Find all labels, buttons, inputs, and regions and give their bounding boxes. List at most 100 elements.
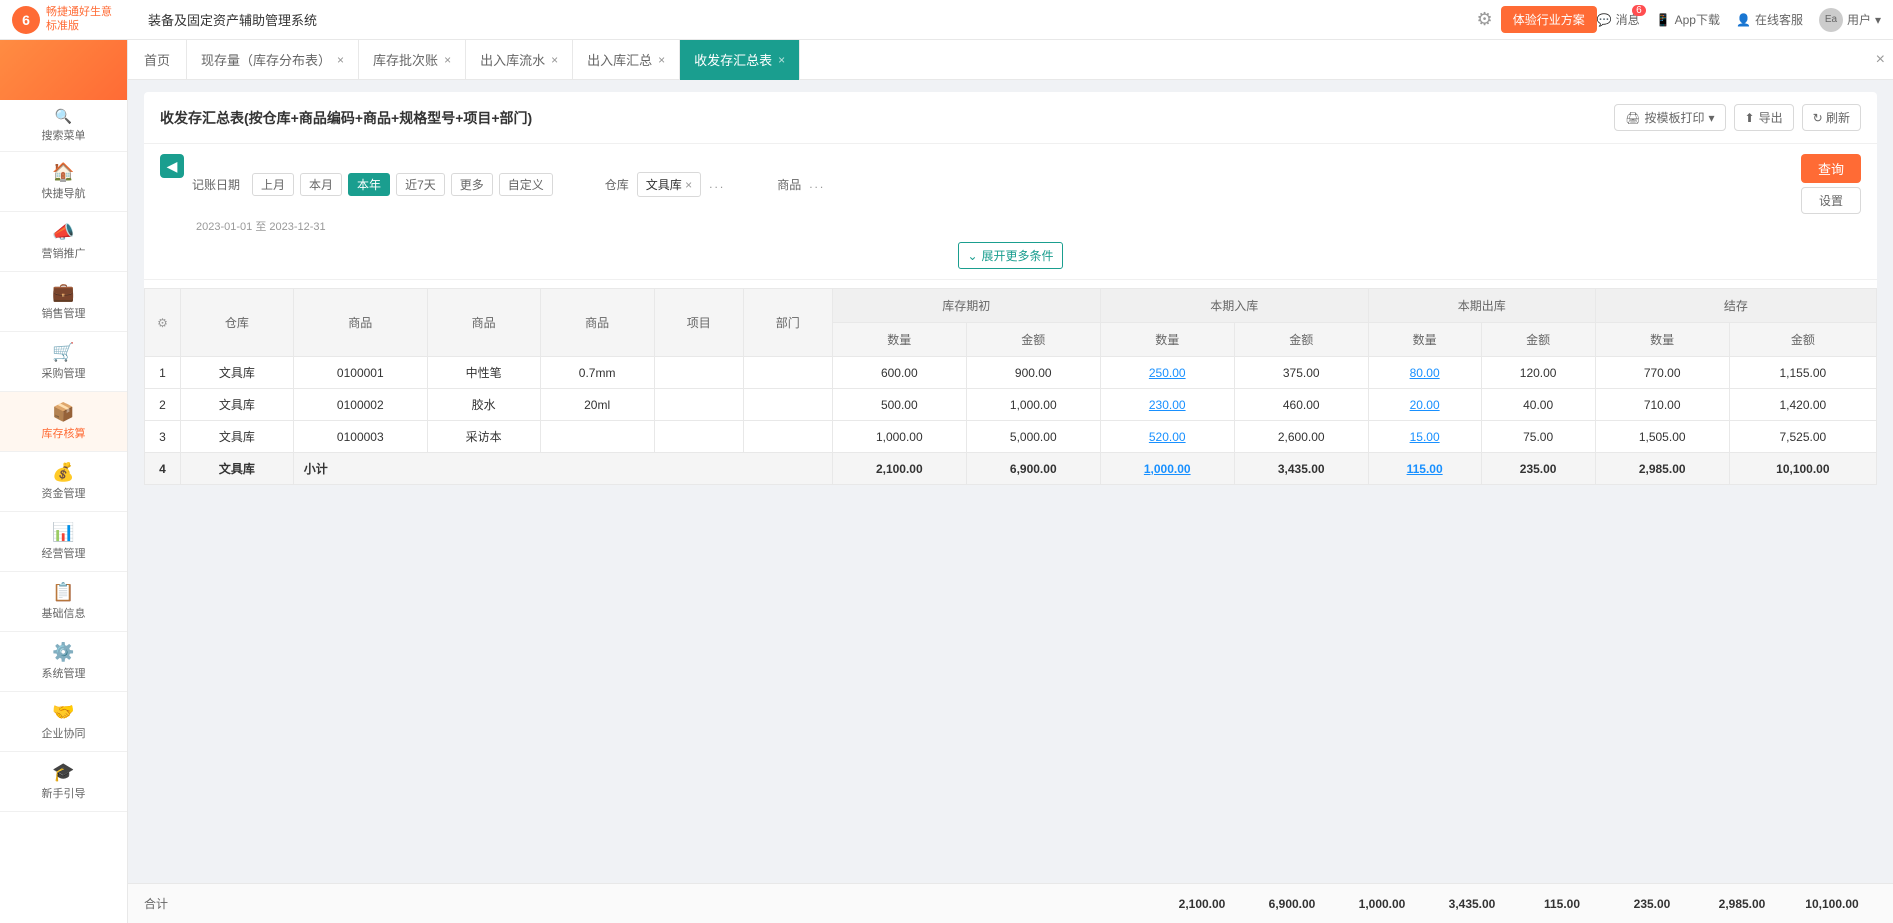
- date-btn-last-7-days[interactable]: 近7天: [396, 173, 445, 196]
- tab-close-batch[interactable]: ×: [444, 53, 451, 67]
- export-button[interactable]: ⬆ 导出: [1734, 104, 1794, 131]
- sidebar-item-sales[interactable]: 💼 销售管理: [0, 272, 127, 332]
- expand-icon: ⌄: [967, 249, 977, 263]
- sidebar-item-quick-nav[interactable]: 🏠 快捷导航: [0, 152, 127, 212]
- subtotal-in-qty[interactable]: 1,000.00: [1100, 453, 1234, 485]
- cell-in-qty[interactable]: 250.00: [1100, 357, 1234, 389]
- col-settings[interactable]: ⚙: [145, 289, 181, 357]
- cell-out-qty[interactable]: 80.00: [1368, 357, 1481, 389]
- sidebar-item-marketing[interactable]: 📣 营销推广: [0, 212, 127, 272]
- date-btn-more[interactable]: 更多: [451, 173, 493, 196]
- cell-dept: [743, 421, 832, 453]
- sidebar-item-newbie[interactable]: 🎓 新手引导: [0, 752, 127, 812]
- tab-home[interactable]: 首页: [128, 40, 187, 80]
- user-avatar: Ea: [1819, 8, 1843, 32]
- warehouse-input[interactable]: 文具库 ×: [637, 172, 701, 197]
- col-group-opening: 库存期初: [832, 289, 1100, 323]
- cell-out-qty[interactable]: 15.00: [1368, 421, 1481, 453]
- refresh-button[interactable]: ↻ 刷新: [1802, 104, 1861, 131]
- sidebar-search[interactable]: 🔍 搜索菜单: [0, 100, 127, 152]
- subtotal-out-qty[interactable]: 115.00: [1368, 453, 1481, 485]
- table-row: 2 文具库 0100002 胶水 20ml 500.00 1,000.00 23…: [145, 389, 1877, 421]
- cell-warehouse: 文具库: [181, 357, 294, 389]
- date-btn-this-month[interactable]: 本月: [300, 173, 342, 196]
- warehouse-dots[interactable]: ...: [709, 177, 725, 191]
- cell-goods-spec: [540, 421, 654, 453]
- subtotal-label: 小计: [293, 453, 832, 485]
- basic-icon: 📋: [52, 582, 74, 603]
- col-group-in: 本期入库: [1100, 289, 1368, 323]
- cell-in-qty[interactable]: 520.00: [1100, 421, 1234, 453]
- cell-no: 1: [145, 357, 181, 389]
- message-button[interactable]: 💬 消息 6: [1597, 11, 1640, 28]
- cell-out-qty[interactable]: 20.00: [1368, 389, 1481, 421]
- cell-closing-amt: 7,525.00: [1729, 421, 1876, 453]
- sidebar-item-system[interactable]: ⚙️ 系统管理: [0, 632, 127, 692]
- tab-close-stock-dist[interactable]: ×: [337, 53, 344, 67]
- tab-recv-send-summary[interactable]: 收发存汇总表 ×: [680, 40, 800, 80]
- settings-icon[interactable]: ⚙: [1477, 9, 1493, 30]
- quick-nav-icon: 🏠: [52, 162, 74, 183]
- setting-button[interactable]: 设置: [1801, 187, 1861, 214]
- sidebar-label-system: 系统管理: [42, 665, 86, 681]
- cell-project: [654, 389, 743, 421]
- inventory-icon: 📦: [52, 402, 74, 423]
- sidebar-item-basic[interactable]: 📋 基础信息: [0, 572, 127, 632]
- total-label: 合计: [144, 895, 168, 912]
- col-opening-amt: 金额: [966, 323, 1100, 357]
- filter-collapse-toggle[interactable]: ◀: [160, 154, 184, 178]
- cell-opening-amt: 900.00: [966, 357, 1100, 389]
- sidebar-item-business[interactable]: 📊 经营管理: [0, 512, 127, 572]
- tab-close-in-out-flow[interactable]: ×: [551, 53, 558, 67]
- tab-stock-dist[interactable]: 现存量（库存分布表） ×: [187, 40, 359, 80]
- col-in-qty: 数量: [1100, 323, 1234, 357]
- col-goods-spec: 商品: [540, 289, 654, 357]
- tab-in-out-flow[interactable]: 出入库流水 ×: [466, 40, 573, 80]
- date-btn-custom[interactable]: 自定义: [499, 173, 553, 196]
- expand-button[interactable]: ⌄ 展开更多条件: [958, 242, 1062, 269]
- cell-goods-name: 胶水: [427, 389, 540, 421]
- page-title: 收发存汇总表(按仓库+商品编码+商品+规格型号+项目+部门): [160, 108, 532, 128]
- cell-goods-spec: 0.7mm: [540, 357, 654, 389]
- app-download-button[interactable]: 📱 App下载: [1656, 11, 1720, 28]
- tab-in-out-summary[interactable]: 出入库汇总 ×: [573, 40, 680, 80]
- total-in-qty: 1,000.00: [1337, 897, 1427, 911]
- sidebar-label-finance: 资金管理: [42, 485, 86, 501]
- sidebar-item-enterprise[interactable]: 🤝 企业协同: [0, 692, 127, 752]
- subtotal-opening-qty: 2,100.00: [832, 453, 966, 485]
- tab-batch[interactable]: 库存批次账 ×: [359, 40, 466, 80]
- cell-in-qty[interactable]: 230.00: [1100, 389, 1234, 421]
- date-btn-this-year[interactable]: 本年: [348, 173, 390, 196]
- trial-button[interactable]: 体验行业方案: [1501, 6, 1597, 33]
- system-title: 装备及固定资产辅助管理系统: [148, 10, 1469, 29]
- col-closing-qty: 数量: [1595, 323, 1729, 357]
- total-opening-qty: 2,100.00: [1157, 897, 1247, 911]
- cell-out-amt: 75.00: [1481, 421, 1595, 453]
- data-table: ⚙ 仓库 商品 商品 商品 项目 部门 库存期初 本期入库: [144, 288, 1877, 485]
- refresh-icon: ↻: [1813, 111, 1823, 125]
- cell-opening-qty: 1,000.00: [832, 421, 966, 453]
- sales-icon: 💼: [52, 282, 74, 303]
- print-button[interactable]: 🖨 按模板打印 ▾: [1614, 104, 1725, 131]
- cell-closing-amt: 1,155.00: [1729, 357, 1876, 389]
- sidebar-item-inventory[interactable]: 📦 库存核算: [0, 392, 127, 452]
- tab-bar-close[interactable]: ×: [1876, 51, 1885, 69]
- goods-dots[interactable]: ...: [809, 177, 825, 191]
- tab-close-in-out-summary[interactable]: ×: [658, 53, 665, 67]
- online-service-button[interactable]: 👤 在线客服: [1736, 11, 1803, 28]
- cell-closing-qty: 710.00: [1595, 389, 1729, 421]
- sidebar-label-inventory: 库存核算: [42, 425, 86, 441]
- table-settings-icon[interactable]: ⚙: [157, 316, 168, 330]
- sidebar-item-purchase[interactable]: 🛒 采购管理: [0, 332, 127, 392]
- sidebar-item-finance[interactable]: 💰 资金管理: [0, 452, 127, 512]
- cell-opening-amt: 5,000.00: [966, 421, 1100, 453]
- cell-closing-qty: 1,505.00: [1595, 421, 1729, 453]
- col-goods-name: 商品: [427, 289, 540, 357]
- date-btn-last-month[interactable]: 上月: [252, 173, 294, 196]
- sidebar-label-quick-nav: 快捷导航: [42, 185, 86, 201]
- warehouse-tag-close[interactable]: ×: [685, 178, 692, 192]
- tab-close-recv-send-summary[interactable]: ×: [778, 53, 785, 67]
- query-button[interactable]: 查询: [1801, 154, 1861, 183]
- sidebar-label-business: 经营管理: [42, 545, 86, 561]
- user-menu[interactable]: Ea 用户 ▾: [1819, 8, 1881, 32]
